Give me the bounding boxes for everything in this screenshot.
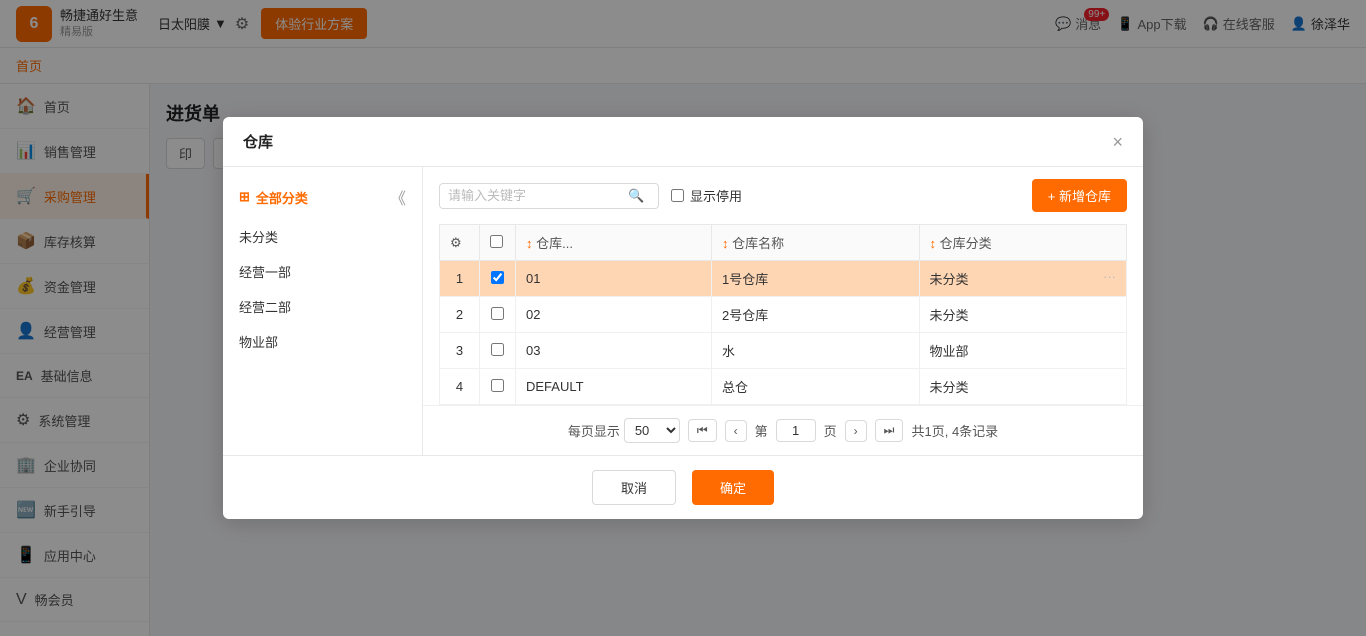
cell-code: 02 — [516, 297, 712, 333]
modal-toolbar: 🔍 显示停用 + 新增仓库 — [423, 167, 1143, 224]
cell-check[interactable] — [480, 297, 516, 333]
pagination-bar: 每页显示 50 100 200 ⏮ ‹ 第 页 › ⏭ 共1页, 4条记录 — [423, 405, 1143, 455]
cell-check[interactable] — [480, 261, 516, 297]
cell-category: 物业部 — [919, 333, 1126, 369]
cell-name: 总仓 — [712, 369, 919, 405]
category-item-unclassified[interactable]: 未分类 — [223, 219, 422, 254]
warehouse-table: ⚙ ↕ 仓库... ↕ 仓库名称 — [439, 224, 1127, 405]
total-label: 共1页, 4条记录 — [911, 421, 998, 440]
warehouse-table-wrap: ⚙ ↕ 仓库... ↕ 仓库名称 — [423, 224, 1143, 405]
search-icon[interactable]: 🔍 — [628, 188, 644, 204]
modal-header: 仓库 × — [223, 117, 1143, 167]
modal-right-panel: 🔍 显示停用 + 新增仓库 ⚙ — [423, 167, 1143, 455]
modal-body: ⊞ 全部分类 《 未分类 经营一部 经营二部 物业部 — [223, 167, 1143, 455]
sort-icon2: ↕ — [722, 236, 729, 251]
confirm-button[interactable]: 确定 — [692, 470, 774, 505]
modal-footer: 取消 确定 — [223, 455, 1143, 519]
cell-index: 2 — [440, 297, 480, 333]
show-disabled-checkbox[interactable]: 显示停用 — [671, 186, 742, 205]
sort-icon3: ↕ — [930, 236, 937, 251]
th-checkbox — [480, 225, 516, 261]
table-row[interactable]: 3 03 水 物业部 — [440, 333, 1127, 369]
cell-name: 2号仓库 — [712, 297, 919, 333]
cell-name: 1号仓库 — [712, 261, 919, 297]
page-label: 页 — [824, 421, 837, 440]
collapse-button[interactable]: 《 — [390, 185, 406, 209]
th-settings: ⚙ — [440, 225, 480, 261]
cell-name: 水 — [712, 333, 919, 369]
row-checkbox[interactable] — [491, 307, 504, 320]
th-category: ↕ 仓库分类 — [919, 225, 1126, 261]
cell-index: 4 — [440, 369, 480, 405]
next-page-button[interactable]: › — [845, 420, 867, 442]
modal-left-panel: ⊞ 全部分类 《 未分类 经营一部 经营二部 物业部 — [223, 167, 423, 455]
grid-icon: ⊞ — [239, 189, 250, 205]
table-row[interactable]: 4 DEFAULT 总仓 未分类 — [440, 369, 1127, 405]
table-body: 1 01 1号仓库 未分类··· 2 02 2号仓库 未分类 3 03 水 物业… — [440, 261, 1127, 405]
cancel-button[interactable]: 取消 — [592, 470, 676, 505]
check-all-input[interactable] — [490, 235, 503, 248]
row-more-icon[interactable]: ··· — [1103, 269, 1116, 284]
table-row[interactable]: 2 02 2号仓库 未分类 — [440, 297, 1127, 333]
th-name: ↕ 仓库名称 — [712, 225, 919, 261]
new-warehouse-button[interactable]: + 新增仓库 — [1032, 179, 1127, 212]
first-page-button[interactable]: ⏮ — [688, 419, 717, 442]
left-panel-header: ⊞ 全部分类 《 — [223, 179, 422, 219]
modal-close-button[interactable]: × — [1112, 133, 1123, 151]
search-input-wrap: 🔍 — [439, 183, 659, 209]
search-input[interactable] — [448, 188, 628, 203]
cell-code: 01 — [516, 261, 712, 297]
sort-icon: ↕ — [526, 236, 533, 251]
warehouse-modal: 仓库 × ⊞ 全部分类 《 未分类 经营一部 — [223, 117, 1143, 519]
modal-title: 仓库 — [243, 131, 273, 152]
cell-code: 03 — [516, 333, 712, 369]
cell-check[interactable] — [480, 333, 516, 369]
th-code: ↕ 仓库... — [516, 225, 712, 261]
per-page-select: 每页显示 50 100 200 — [568, 418, 680, 443]
page-input[interactable] — [776, 419, 816, 442]
table-row[interactable]: 1 01 1号仓库 未分类··· — [440, 261, 1127, 297]
category-item-dept2[interactable]: 经营二部 — [223, 289, 422, 324]
cell-category: 未分类 — [919, 369, 1126, 405]
page-label-pre: 第 — [755, 421, 768, 440]
all-categories-title: ⊞ 全部分类 — [239, 188, 308, 207]
show-disabled-input[interactable] — [671, 189, 684, 202]
cell-index: 3 — [440, 333, 480, 369]
row-checkbox[interactable] — [491, 343, 504, 356]
cell-category: 未分类··· — [919, 261, 1126, 297]
prev-page-button[interactable]: ‹ — [725, 420, 747, 442]
row-checkbox[interactable] — [491, 271, 504, 284]
cell-code: DEFAULT — [516, 369, 712, 405]
cell-category: 未分类 — [919, 297, 1126, 333]
per-page-dropdown[interactable]: 50 100 200 — [624, 418, 680, 443]
modal-overlay: 仓库 × ⊞ 全部分类 《 未分类 经营一部 — [0, 0, 1366, 636]
category-item-dept1[interactable]: 经营一部 — [223, 254, 422, 289]
table-header: ⚙ ↕ 仓库... ↕ 仓库名称 — [440, 225, 1127, 261]
last-page-button[interactable]: ⏭ — [875, 419, 904, 442]
cell-index: 1 — [440, 261, 480, 297]
row-checkbox[interactable] — [491, 379, 504, 392]
category-item-property[interactable]: 物业部 — [223, 324, 422, 359]
cell-check[interactable] — [480, 369, 516, 405]
